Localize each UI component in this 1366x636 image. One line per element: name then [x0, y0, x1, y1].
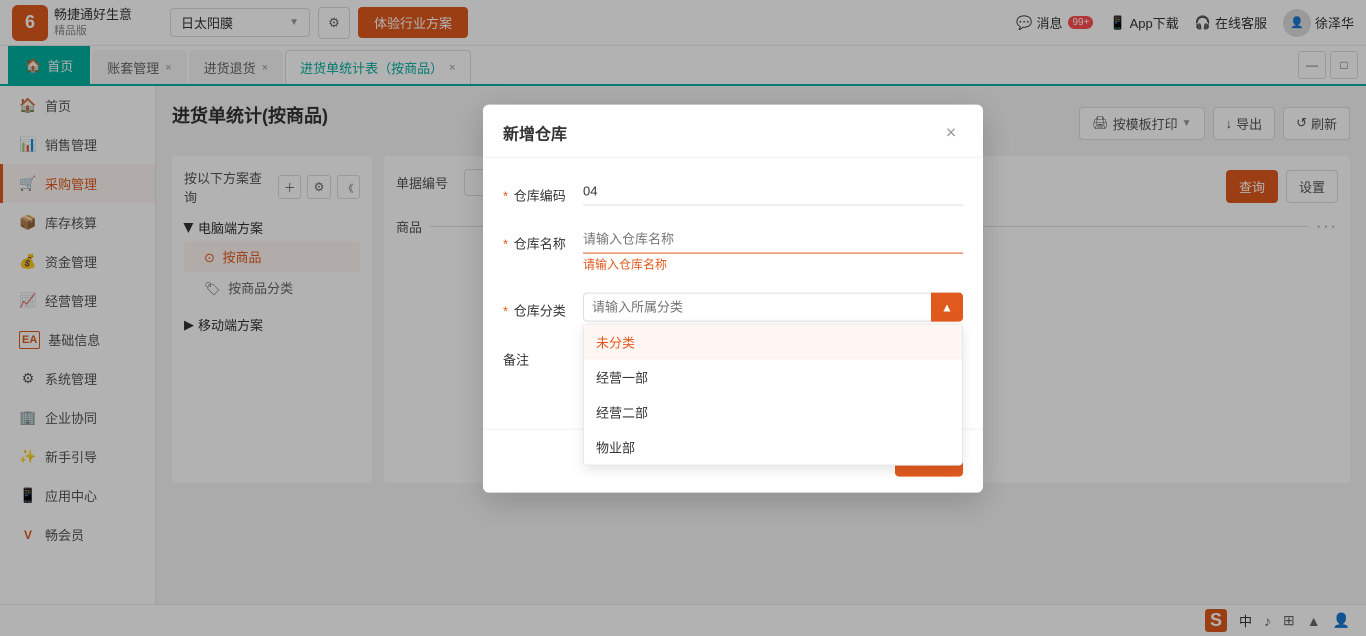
code-required: * — [503, 189, 508, 204]
name-error-msg: 请输入仓库名称 — [583, 256, 963, 273]
modal-header: 新增仓库 × — [483, 105, 983, 158]
modal-body: * 仓库编码 * 仓库名称 请输入仓库名称 * 仓库分类 — [483, 158, 983, 429]
modal-field-code: * 仓库编码 — [503, 178, 963, 206]
name-input[interactable] — [583, 226, 963, 254]
dropdown-item-property[interactable]: 物业部 — [584, 430, 962, 465]
chevron-up-icon: ▲ — [941, 300, 953, 314]
category-input[interactable] — [583, 293, 963, 322]
note-field-label: 备注 — [503, 342, 583, 369]
category-select-wrapper: ▲ — [583, 293, 963, 322]
name-field-label: * 仓库名称 — [503, 226, 583, 253]
code-input[interactable] — [583, 178, 963, 206]
name-field-content: 请输入仓库名称 — [583, 226, 963, 273]
modal-field-category: * 仓库分类 ▲ 未分类 经营一部 — [503, 293, 963, 322]
category-dropdown-btn[interactable]: ▲ — [931, 293, 963, 322]
category-required: * — [503, 304, 508, 319]
modal-title: 新增仓库 — [503, 121, 567, 145]
name-required: * — [503, 237, 508, 252]
new-warehouse-modal: 新增仓库 × * 仓库编码 * 仓库名称 请输入仓库名称 — [483, 105, 983, 493]
category-dropdown-list: 未分类 经营一部 经营二部 物业部 — [583, 324, 963, 466]
code-field-label: * 仓库编码 — [503, 178, 583, 205]
category-field-content: ▲ 未分类 经营一部 经营二部 物业部 — [583, 293, 963, 322]
dropdown-item-uncategorized[interactable]: 未分类 — [584, 325, 962, 360]
code-field-content — [583, 178, 963, 206]
dropdown-item-ops2[interactable]: 经营二部 — [584, 395, 962, 430]
dropdown-item-ops1[interactable]: 经营一部 — [584, 360, 962, 395]
category-field-label: * 仓库分类 — [503, 293, 583, 320]
modal-close-button[interactable]: × — [939, 121, 963, 145]
close-icon: × — [946, 122, 957, 143]
modal-field-name: * 仓库名称 请输入仓库名称 — [503, 226, 963, 273]
